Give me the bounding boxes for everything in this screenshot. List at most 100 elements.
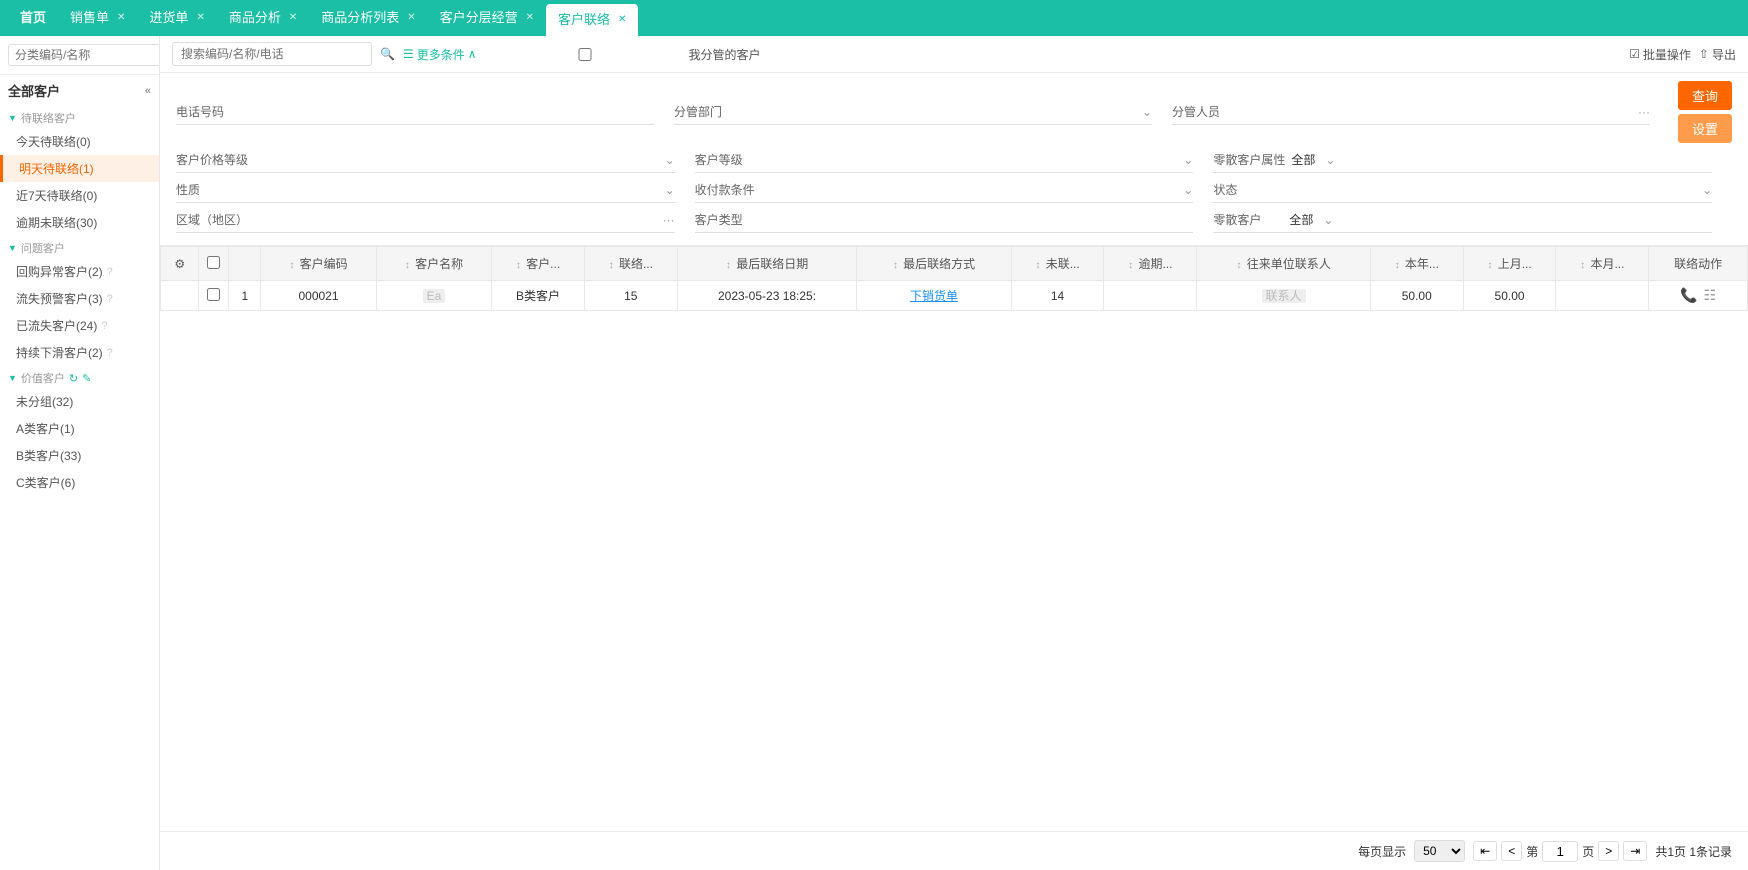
page-last-btn[interactable]: ⇥ <box>1623 841 1647 861</box>
nav-home[interactable]: 首页 <box>8 0 58 36</box>
page-prev-btn[interactable]: < <box>1501 841 1522 861</box>
sidebar-item-repurchase-abnormal[interactable]: 回购异常客户(2) ? <box>0 258 159 285</box>
page-next-btn[interactable]: > <box>1598 841 1619 861</box>
row-checkbox[interactable] <box>199 281 229 311</box>
filter-region[interactable]: 区域（地区） ··· <box>176 207 675 233</box>
row-uncontacted: 14 <box>1011 281 1104 311</box>
batch-op-button[interactable]: ☑ 批量操作 <box>1629 46 1691 63</box>
row-unit-contact: 联系人 <box>1197 281 1371 311</box>
customer-level-chevron-icon[interactable]: ⌄ <box>1183 153 1193 167</box>
sidebar-item-churned[interactable]: 已流失客户(24) ? <box>0 312 159 339</box>
select-all-checkbox[interactable] <box>207 256 220 269</box>
export-button[interactable]: ⇧ 导出 <box>1699 46 1736 63</box>
filter-retail-attr[interactable]: 零散客户属性 全部 ⌄ <box>1213 147 1712 173</box>
th-checkbox[interactable] <box>199 247 229 281</box>
filter-retail[interactable]: 零散客户 全部 ⌄ <box>1213 207 1712 233</box>
sort-icon-unit: ↕ <box>1236 260 1241 271</box>
row-last-contact-date: 2023-05-23 18:25: <box>677 281 857 311</box>
th-name[interactable]: ↕ 客户名称 <box>376 247 491 281</box>
sort-icon-uncontacted: ↕ <box>1035 260 1040 271</box>
chevron-up-icon: ∧ <box>468 47 477 61</box>
th-uncontacted[interactable]: ↕ 未联... <box>1011 247 1104 281</box>
sidebar-all-customers[interactable]: 全部客户 « <box>0 75 159 106</box>
filter-person[interactable]: 分管人员 ··· <box>1172 99 1650 125</box>
nav-customer-tier[interactable]: 客户分层经营 ✕ <box>428 0 546 36</box>
price-level-chevron-icon[interactable]: ⌄ <box>665 153 675 167</box>
th-level[interactable]: ↕ 客户... <box>492 247 585 281</box>
status-chevron-icon[interactable]: ⌄ <box>1702 183 1712 197</box>
more-conditions-button[interactable]: ☰ 更多条件 ∧ <box>403 46 477 63</box>
sidebar-item-churn-warning[interactable]: 流失预警客户(3) ? <box>0 285 159 312</box>
sort-icon-contacts: ↕ <box>609 260 614 271</box>
row-action[interactable]: 📞 ☷ <box>1649 281 1748 311</box>
settings-button[interactable]: 设置 <box>1678 114 1732 143</box>
th-last-contact-method[interactable]: ↕ 最后联络方式 <box>857 247 1011 281</box>
filter-dept[interactable]: 分管部门 ⌄ <box>674 99 1152 125</box>
sidebar-item-a-class[interactable]: A类客户(1) <box>0 415 159 442</box>
sort-icon-date: ↕ <box>726 260 731 271</box>
th-code[interactable]: ↕ 客户编码 <box>261 247 376 281</box>
person-dots-icon[interactable]: ··· <box>1638 105 1650 119</box>
row-level: B类客户 <box>492 281 585 311</box>
nav-goods-analysis[interactable]: 商品分析 ✕ <box>217 0 309 36</box>
th-last-contact-date[interactable]: ↕ 最后联络日期 <box>677 247 857 281</box>
filter-icon: ☰ <box>403 47 414 61</box>
query-button[interactable]: 查询 <box>1678 81 1732 110</box>
nav-goods-analysis-list[interactable]: 商品分析列表 ✕ <box>309 0 427 36</box>
main-layout: 🔍 全部客户 « ▼ 待联络客户 今天待联络(0) 明天待联络(1) 近7天待联… <box>0 36 1748 870</box>
page-first-btn[interactable]: ⇤ <box>1473 841 1497 861</box>
search-button[interactable]: 🔍 <box>380 47 395 61</box>
my-customers-checkbox[interactable] <box>485 48 685 61</box>
filter-status[interactable]: 状态 ⌄ <box>1213 177 1712 203</box>
nav-close-customer-tier[interactable]: ✕ <box>526 0 534 36</box>
dept-chevron-icon[interactable]: ⌄ <box>1142 105 1152 119</box>
sidebar-item-today-contact[interactable]: 今天待联络(0) <box>0 128 159 155</box>
sidebar-item-declining[interactable]: 持续下滑客户(2) ? <box>0 339 159 366</box>
nav-close-customer-contact[interactable]: ✕ <box>618 4 626 36</box>
nav-close-purchase[interactable]: ✕ <box>196 0 204 36</box>
pagination: ⇤ < 第 页 > ⇥ <box>1473 841 1647 862</box>
filter-payment[interactable]: 收付款条件 ⌄ <box>695 177 1194 203</box>
th-last-month[interactable]: ↕ 上月... <box>1463 247 1556 281</box>
page-input[interactable] <box>1542 841 1578 862</box>
th-overdue[interactable]: ↕ 逾期... <box>1104 247 1197 281</box>
sidebar-item-tomorrow-contact[interactable]: 明天待联络(1) <box>0 155 159 182</box>
sidebar-item-7days-contact[interactable]: 近7天待联络(0) <box>0 182 159 209</box>
nav-customer-contact[interactable]: 客户联络 ✕ <box>546 4 638 36</box>
filter-customer-type[interactable]: 客户类型 <box>695 207 1194 233</box>
filter-customer-level[interactable]: 客户等级 ⌄ <box>695 147 1194 173</box>
row-last-contact-method[interactable]: 下销货单 <box>857 281 1011 311</box>
th-this-month[interactable]: ↕ 本月... <box>1556 247 1649 281</box>
sidebar-item-b-class[interactable]: B类客户(33) <box>0 442 159 469</box>
th-config[interactable]: ⚙ <box>161 247 199 281</box>
nav-sales[interactable]: 销售单 ✕ <box>58 0 137 36</box>
triangle-icon: ▼ <box>8 113 17 123</box>
payment-chevron-icon[interactable]: ⌄ <box>1183 183 1193 197</box>
page-size-select[interactable]: 50 20 100 200 <box>1414 840 1465 862</box>
retail-chevron-icon[interactable]: ⌄ <box>1323 213 1333 227</box>
action-phone-icon[interactable]: 📞 <box>1680 287 1697 304</box>
nav-close-goods-analysis[interactable]: ✕ <box>289 0 297 36</box>
th-unit-contact[interactable]: ↕ 往来单位联系人 <box>1197 247 1371 281</box>
retail-attr-chevron-icon[interactable]: ⌄ <box>1325 153 1335 167</box>
my-customers-check[interactable]: 我分管的客户 <box>485 46 761 63</box>
nav-purchase[interactable]: 进货单 ✕ <box>137 0 216 36</box>
row-select-checkbox[interactable] <box>207 288 220 301</box>
filter-price-level[interactable]: 客户价格等级 ⌄ <box>176 147 675 173</box>
refresh-icon[interactable]: ↻ <box>69 372 78 385</box>
nav-close-goods-analysis-list[interactable]: ✕ <box>407 0 415 36</box>
nav-close-sales[interactable]: ✕ <box>117 0 125 36</box>
search-input[interactable] <box>172 42 372 66</box>
region-dots-icon[interactable]: ··· <box>663 213 675 227</box>
filter-gender[interactable]: 性质 ⌄ <box>176 177 675 203</box>
sidebar-search-input[interactable] <box>8 44 160 66</box>
sidebar-item-c-class[interactable]: C类客户(6) <box>0 469 159 496</box>
gender-chevron-icon[interactable]: ⌄ <box>665 183 675 197</box>
th-this-year[interactable]: ↕ 本年... <box>1370 247 1463 281</box>
sidebar-item-overdue-contact[interactable]: 逾期未联络(30) <box>0 209 159 236</box>
edit-icon[interactable]: ✎ <box>82 372 91 385</box>
th-contacts[interactable]: ↕ 联络... <box>584 247 677 281</box>
sidebar-item-ungrouped[interactable]: 未分组(32) <box>0 388 159 415</box>
top-nav: 首页 销售单 ✕ 进货单 ✕ 商品分析 ✕ 商品分析列表 ✕ 客户分层经营 ✕ … <box>0 0 1748 36</box>
action-grid-icon[interactable]: ☷ <box>1704 287 1717 304</box>
